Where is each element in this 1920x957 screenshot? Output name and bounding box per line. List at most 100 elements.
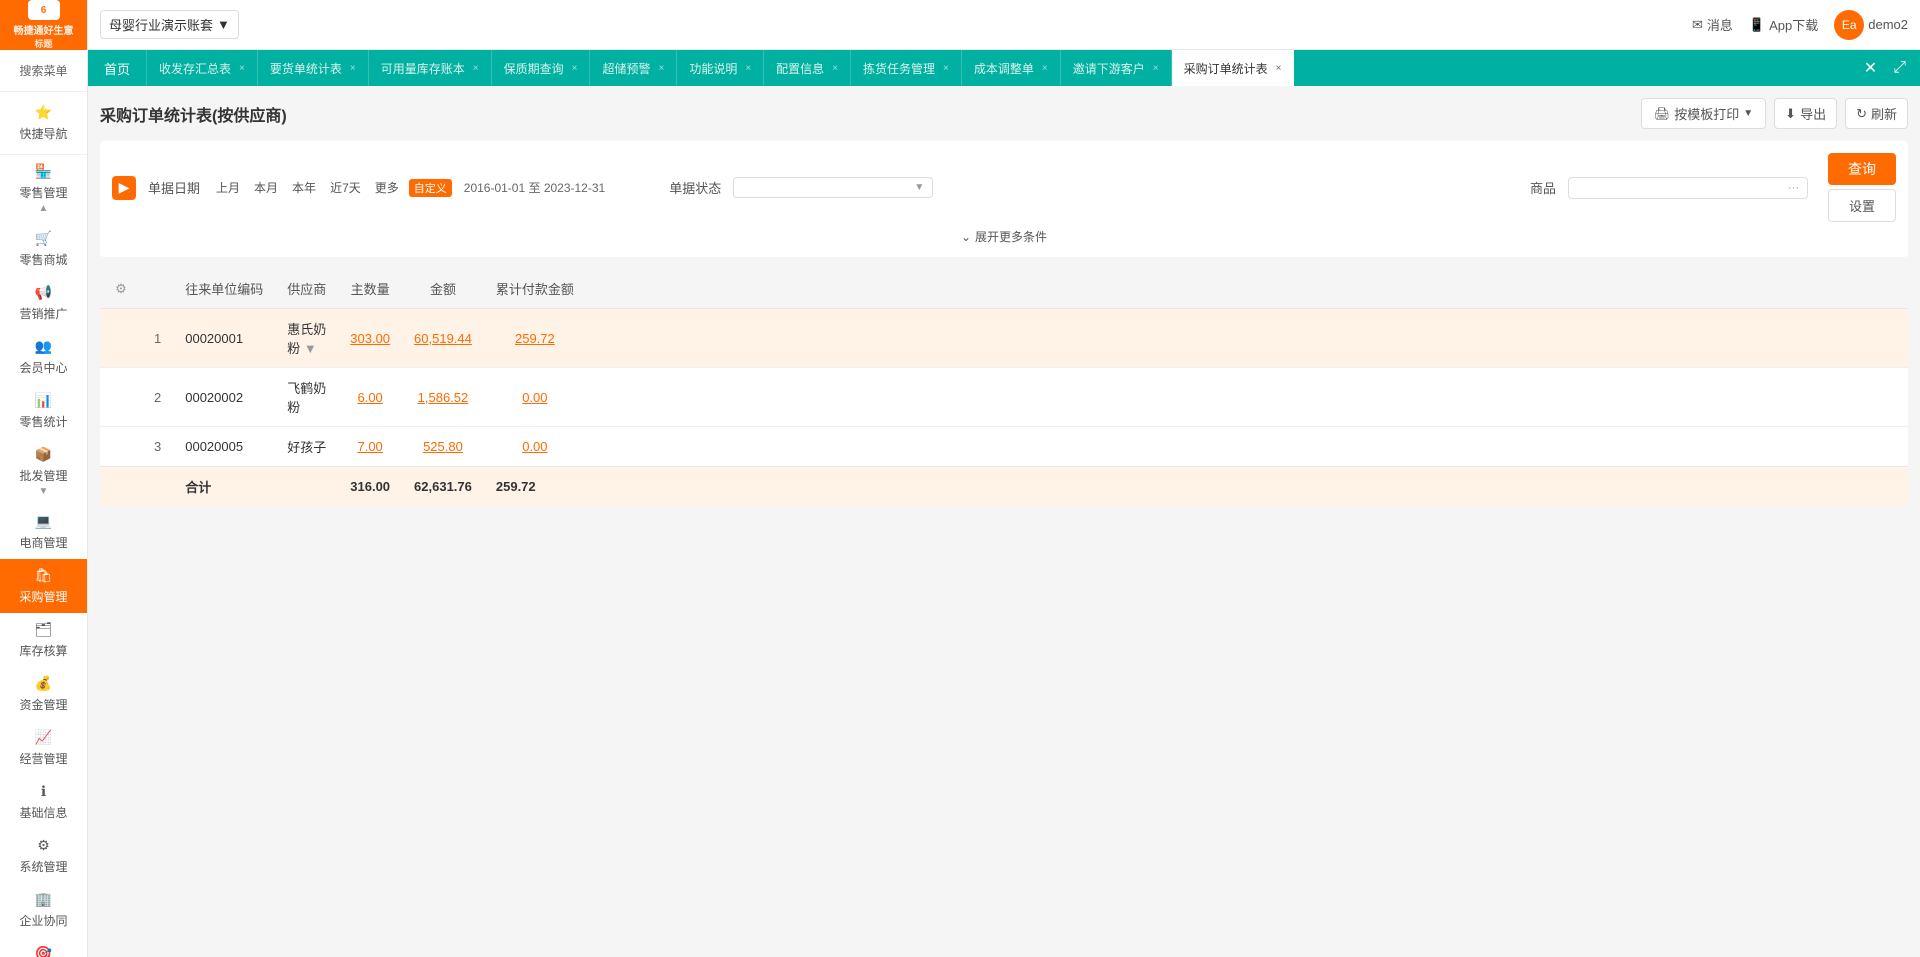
paid-amount-cell[interactable]: 259.72 (484, 309, 586, 368)
row-settings-cell (100, 309, 142, 368)
sidebar-item-finance[interactable]: 💰 资金管理 (0, 667, 87, 721)
message-icon: ✉ (1692, 17, 1703, 33)
tab-close-inventory-ledger[interactable]: × (473, 63, 479, 74)
tab-config-info[interactable]: 配置信息 × (764, 50, 851, 86)
tab-receive-send[interactable]: 收发存汇总表 × (147, 50, 258, 86)
paid-amount-col-header: 累计付款金额 (484, 269, 586, 309)
status-select[interactable]: ▼ (733, 177, 933, 198)
sidebar-item-system[interactable]: ⚙ 系统管理 (0, 829, 87, 883)
message-button[interactable]: ✉ 消息 (1692, 15, 1733, 34)
wholesale-arrow: ▼ (39, 486, 49, 497)
paid-amount-cell[interactable]: 0.00 (484, 368, 586, 427)
sidebar-item-basic[interactable]: ℹ 基础信息 (0, 775, 87, 829)
tabbar-controls: ✕ ⤢ (1858, 56, 1920, 80)
qty-cell[interactable]: 6.00 (338, 368, 402, 427)
date-label: 单据日期 (148, 178, 200, 197)
sidebar-item-purchase[interactable]: 🛍 采购管理 (0, 559, 87, 613)
user-profile-button[interactable]: Ea demo2 (1834, 10, 1908, 40)
sidebar-item-retail[interactable]: 🏪 零售管理 ▲ (0, 155, 87, 222)
retail-shop-icon: 🛒 (35, 230, 52, 247)
table-row[interactable]: 2 00020002 飞鹤奶粉 6.00 1,586.52 0.00 (100, 368, 1908, 427)
tab-inventory-ledger[interactable]: 可用量库存账本 × (369, 50, 492, 86)
main-area: 母婴行业演示账套 ▼ ✉ 消息 📱 App下载 Ea demo2 首页 (88, 0, 1920, 957)
qty-cell[interactable]: 7.00 (338, 427, 402, 467)
topbar-left: 母婴行业演示账套 ▼ (100, 10, 239, 39)
paid-amount-cell[interactable]: 0.00 (484, 427, 586, 467)
tab-cost-adjust[interactable]: 成本调整单 × (962, 50, 1061, 86)
column-settings-icon[interactable]: ⚙ (112, 280, 130, 298)
goods-label: 商品 (1530, 178, 1556, 197)
amount-cell[interactable]: 525.80 (402, 427, 484, 467)
query-button[interactable]: 查询 (1828, 153, 1896, 185)
members-icon: 👥 (35, 338, 52, 355)
tab-close-config-info[interactable]: × (832, 63, 838, 74)
table-row[interactable]: 1 00020001 惠氏奶粉 ▼ 303.00 60,519.44 259.7… (100, 309, 1908, 368)
tab-close-goods-stats[interactable]: × (350, 63, 356, 74)
refresh-button[interactable]: ↻ 刷新 (1845, 98, 1908, 129)
expand-row-icon[interactable]: ▼ (304, 341, 317, 356)
logo-icon: 6 (28, 0, 60, 20)
tab-maximize-button[interactable]: ⤢ (1887, 57, 1912, 79)
shortcut-7days[interactable]: 近7天 (326, 177, 365, 198)
tab-close-warranty[interactable]: × (572, 63, 578, 74)
sidebar-item-enterprise[interactable]: 🏢 企业协同 (0, 883, 87, 937)
app-download-button[interactable]: 📱 App下载 (1749, 15, 1818, 34)
goods-input[interactable]: ··· (1568, 177, 1808, 199)
amount-cell[interactable]: 60,519.44 (402, 309, 484, 368)
print-dropdown-arrow: ▼ (1743, 108, 1753, 119)
sidebar-item-members[interactable]: 👥 会员中心 (0, 330, 87, 384)
tab-purchase-stats[interactable]: 采购订单统计表 × (1172, 50, 1295, 86)
settings-button[interactable]: 设置 (1828, 189, 1896, 222)
footer-paid-amount: 259.72 (484, 467, 586, 507)
custom-date-tag[interactable]: 自定义 (409, 179, 452, 197)
app-download-icon: 📱 (1749, 17, 1765, 33)
sidebar-item-newbie[interactable]: 🎯 新手引导 (0, 937, 87, 957)
footer-amount: 62,631.76 (402, 467, 484, 507)
tab-goods-stats[interactable]: 要货单统计表 × (258, 50, 369, 86)
tab-close-function-desc[interactable]: × (745, 63, 751, 74)
sidebar-item-retail-shop[interactable]: 🛒 零售商城 (0, 222, 87, 276)
tab-close-overstock-alert[interactable]: × (658, 63, 664, 74)
sidebar-item-inventory[interactable]: 🗂 库存核算 (0, 613, 87, 667)
table-row[interactable]: 3 00020005 好孩子 7.00 525.80 0.00 (100, 427, 1908, 467)
sidebar-item-wholesale[interactable]: 📦 批发管理 ▼ (0, 438, 87, 505)
export-button[interactable]: ⬇ 导出 (1774, 98, 1837, 129)
sidebar-item-marketing[interactable]: 📢 营销推广 (0, 276, 87, 330)
tab-warranty[interactable]: 保质期查询 × (492, 50, 591, 86)
sidebar-item-retail-stats[interactable]: 📊 零售统计 (0, 384, 87, 438)
tab-close-all-button[interactable]: ✕ (1858, 56, 1883, 80)
tab-close-invite-downstream[interactable]: × (1153, 63, 1159, 74)
tab-pick-task[interactable]: 拣货任务管理 × (851, 50, 962, 86)
sidebar-item-shortcut[interactable]: ⭐ 快捷导航 (0, 96, 87, 150)
shortcut-this-year[interactable]: 本年 (288, 177, 320, 198)
shortcut-this-month[interactable]: 本月 (250, 177, 282, 198)
sidebar-item-ecommerce[interactable]: 💻 电商管理 (0, 505, 87, 559)
supplier-name-cell: 惠氏奶粉 ▼ (275, 309, 338, 368)
settings-col-header: ⚙ (100, 269, 142, 309)
tab-function-desc[interactable]: 功能说明 × (677, 50, 764, 86)
tab-close-cost-adjust[interactable]: × (1042, 63, 1048, 74)
ecommerce-icon: 💻 (35, 513, 52, 530)
tab-close-receive-send[interactable]: × (239, 63, 245, 74)
operations-icon: 📈 (35, 729, 52, 746)
industry-dropdown[interactable]: 母婴行业演示账套 ▼ (100, 10, 239, 39)
search-menu-button[interactable]: 搜索菜单 (6, 58, 81, 83)
qty-cell[interactable]: 303.00 (338, 309, 402, 368)
tab-close-purchase-stats[interactable]: × (1276, 63, 1282, 74)
shortcut-last-month[interactable]: 上月 (212, 177, 244, 198)
filter-toggle-button[interactable]: ▶ (112, 176, 136, 200)
shortcut-more[interactable]: 更多 (371, 177, 403, 198)
supplier-code-cell: 00020001 (173, 309, 275, 368)
logo-subtitle: 标题 (34, 37, 52, 50)
expand-more-button[interactable]: ⌄ 展开更多条件 (112, 222, 1896, 245)
table-header-row: ⚙ 往来单位编码 供应商 主数量 金额 累计付款金额 (100, 269, 1908, 309)
expand-icon: ⌄ (961, 230, 971, 244)
tab-home[interactable]: 首页 (88, 50, 147, 86)
sidebar-item-operations[interactable]: 📈 经营管理 (0, 721, 87, 775)
amount-cell[interactable]: 1,586.52 (402, 368, 484, 427)
tab-close-pick-task[interactable]: × (943, 63, 949, 74)
tab-overstock-alert[interactable]: 超储预警 × (590, 50, 677, 86)
topbar: 母婴行业演示账套 ▼ ✉ 消息 📱 App下载 Ea demo2 (88, 0, 1920, 50)
print-button[interactable]: 🖨 按模板打印 ▼ (1641, 98, 1766, 129)
tab-invite-downstream[interactable]: 邀请下游客户 × (1061, 50, 1172, 86)
